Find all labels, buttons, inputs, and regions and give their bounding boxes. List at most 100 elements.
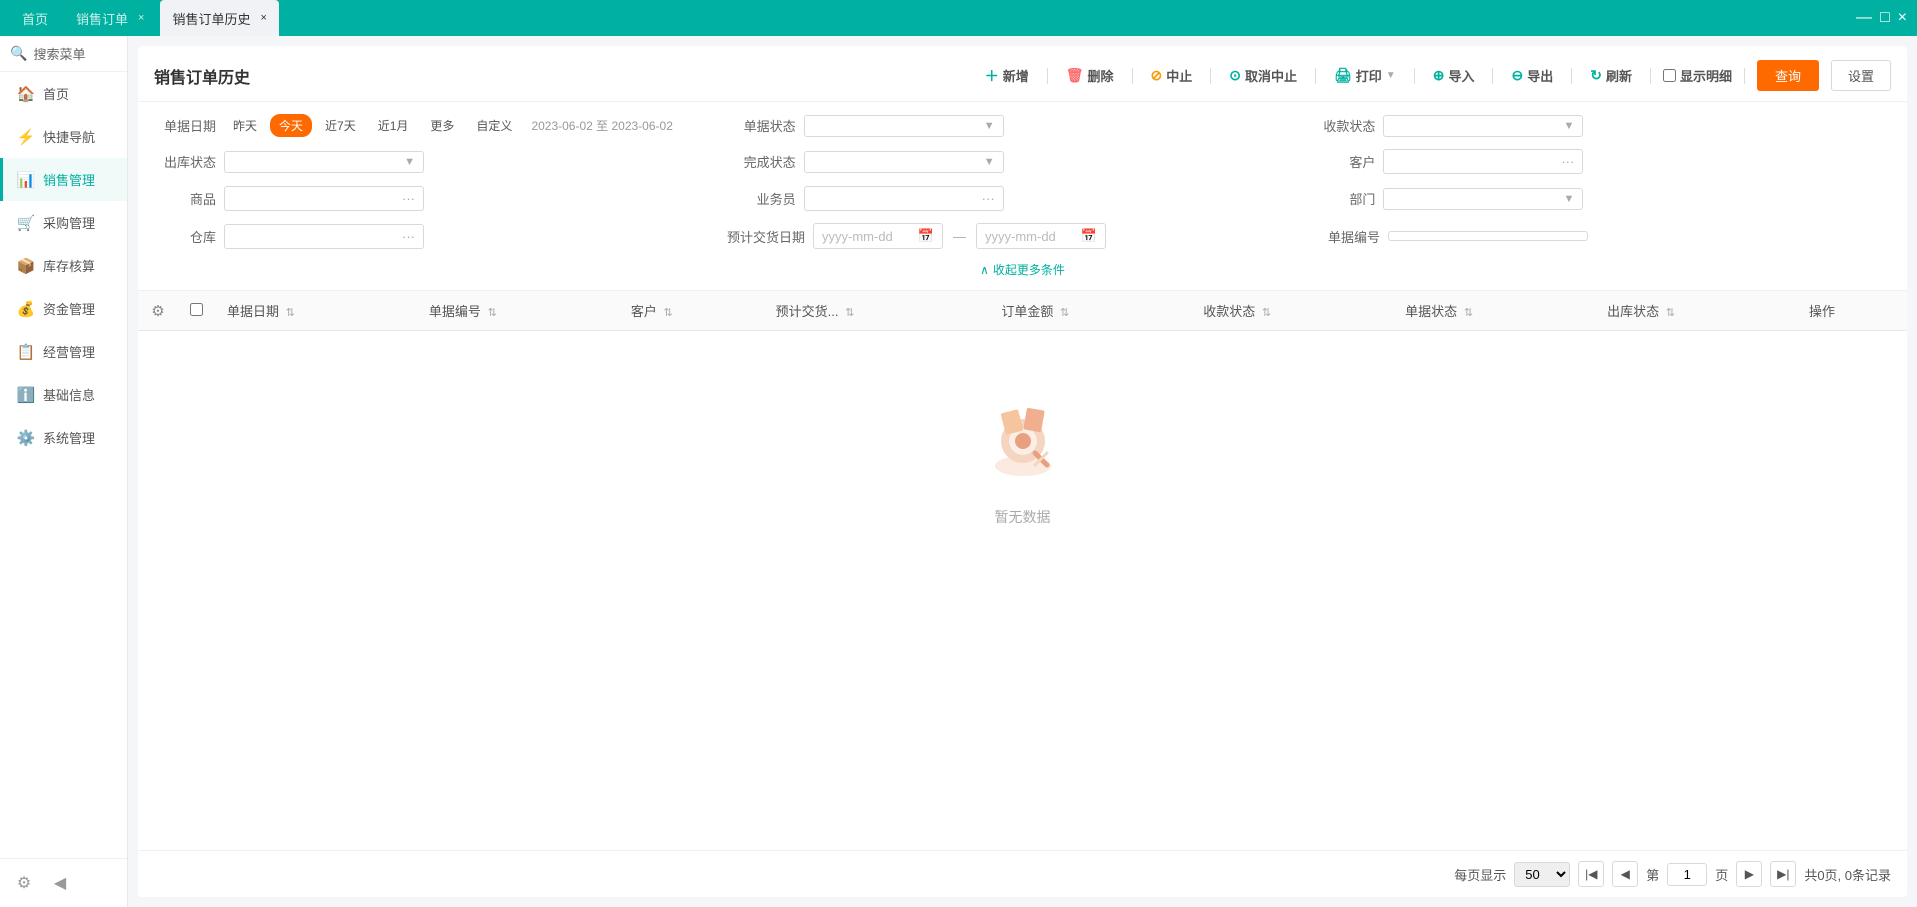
minimize-btn[interactable]: — [1856,9,1872,27]
delivery-status-select[interactable]: ▼ [224,151,424,173]
th-delivery-status[interactable]: 出库状态 ⇅ [1595,291,1797,331]
date-chip-7days[interactable]: 近7天 [316,114,365,137]
sidebar-item-purchase[interactable]: 🛒 采购管理 [0,201,127,244]
bill-number-label: 单据编号 [1316,227,1388,246]
content-card: 销售订单历史 ＋ 新增 🗑 删除 ⊘ 中止 [138,46,1907,897]
date-chip-custom[interactable]: 自定义 [467,114,521,137]
sidebar-item-home[interactable]: 🏠 首页 [0,72,127,115]
header-actions: ＋ 新增 🗑 删除 ⊘ 中止 ⊙ [979,60,1891,91]
search-icon: 🔍 [10,45,27,62]
pagination-footer: 每页显示 50 10 20 100 |◀ ◀ 第 页 ▶ ▶| 共0页, 0条记… [138,850,1907,897]
divider-5 [1414,68,1415,84]
th-date[interactable]: 单据日期 ⇅ [215,291,417,331]
display-detail-checkbox[interactable] [1663,69,1676,82]
cancel-stop-button[interactable]: ⊙ 取消中止 [1223,62,1303,89]
import-icon: ⊕ [1433,67,1445,84]
print-button[interactable]: 🖨 打印 ▼ [1328,62,1402,89]
date-filter-label: 单据日期 [154,116,224,135]
tab-sales-order[interactable]: 销售订单 × [64,0,156,36]
divider-8 [1650,68,1651,84]
sidebar-item-finance[interactable]: 💰 资金管理 [0,287,127,330]
department-select[interactable]: ▼ [1383,188,1583,210]
sidebar-item-purchase-label: 采购管理 [43,213,95,232]
th-receipt-status[interactable]: 收款状态 ⇅ [1191,291,1393,331]
import-button[interactable]: ⊕ 导入 [1427,62,1481,89]
bill-number-input[interactable] [1388,231,1588,241]
sidebar-settings-btn[interactable]: ⚙ [10,869,38,897]
settings-button[interactable]: 设置 [1831,60,1891,91]
stop-button[interactable]: ⊘ 中止 [1145,62,1199,89]
sidebar-item-basic-info[interactable]: ℹ️ 基础信息 [0,373,127,416]
prev-page-btn[interactable]: ◀ [1612,861,1638,887]
sidebar-item-sales-label: 销售管理 [43,170,95,189]
sidebar-item-home-label: 首页 [43,84,69,103]
th-date-sort-icon: ⇅ [286,307,295,319]
th-bill-status[interactable]: 单据状态 ⇅ [1393,291,1595,331]
date-to-input[interactable]: yyyy-mm-dd 📅 [976,223,1106,249]
new-button[interactable]: ＋ 新增 [979,62,1035,90]
filter-area: 单据日期 昨天 今天 近7天 近1月 更多 自定义 2023-06-02 至 2… [138,102,1907,291]
warehouse-label: 仓库 [154,227,224,246]
th-amount[interactable]: 订单金额 ⇅ [989,291,1191,331]
complete-status-select[interactable]: ▼ [804,151,1004,173]
th-expected-delivery[interactable]: 预计交货... ⇅ [764,291,990,331]
th-customer[interactable]: 客户 ⇅ [619,291,764,331]
query-button[interactable]: 查询 [1757,60,1819,91]
th-bill-status-label: 单据状态 [1405,304,1457,319]
product-input[interactable]: ··· [224,186,424,211]
tab-sales-order-history-close[interactable]: × [260,12,266,24]
date-from-input[interactable]: yyyy-mm-dd 📅 [813,223,943,249]
sidebar-item-quick-nav[interactable]: ⚡ 快捷导航 [0,115,127,158]
date-chips: 昨天 今天 近7天 近1月 更多 自定义 [224,114,521,137]
page-size-select[interactable]: 50 10 20 100 [1514,862,1570,887]
warehouse-input[interactable]: ··· [224,224,424,249]
sidebar-search[interactable]: 🔍 搜索菜单 [0,36,127,72]
receipt-status-select[interactable]: ▼ [1383,115,1583,137]
select-all-checkbox[interactable] [190,303,203,316]
refresh-button[interactable]: ↻ 刷新 [1584,62,1638,89]
sidebar-item-system[interactable]: ⚙️ 系统管理 [0,416,127,459]
receipt-status-arrow-icon: ▼ [1563,120,1574,132]
table-settings-icon[interactable]: ⚙ [151,303,164,320]
delete-button[interactable]: 🗑 删除 [1060,62,1120,89]
date-chip-yesterday[interactable]: 昨天 [224,114,266,137]
sidebar-item-sales[interactable]: 📊 销售管理 [0,158,127,201]
divider-4 [1315,68,1316,84]
th-checkbox[interactable] [178,291,215,331]
delivery-status-label: 出库状态 [154,152,224,171]
sidebar-item-operations-label: 经营管理 [43,342,95,361]
customer-input[interactable]: ··· [1383,149,1583,174]
current-page-input[interactable] [1667,863,1707,886]
next-page-btn[interactable]: ▶ [1736,861,1762,887]
tab-sales-order-close[interactable]: × [138,12,144,24]
total-text: 共0页, 0条记录 [1804,865,1891,884]
collapse-more-btn[interactable]: ∧ 收起更多条件 [154,261,1891,278]
sidebar-item-inventory[interactable]: 📦 库存核算 [0,244,127,287]
sidebar-item-operations[interactable]: 📋 经营管理 [0,330,127,373]
cancel-stop-icon: ⊙ [1229,67,1241,84]
date-chip-today[interactable]: 今天 [270,114,312,137]
last-page-btn[interactable]: ▶| [1770,861,1796,887]
filter-row-warehouse: 仓库 ··· 预计交货日期 yyyy-mm-dd 📅 — yyyy-mm-dd [154,223,1891,249]
sidebar-collapse-btn[interactable]: ◀ [46,869,74,897]
bill-status-select[interactable]: ▼ [804,115,1004,137]
display-detail-toggle[interactable]: 显示明细 [1663,66,1732,85]
salesperson-input[interactable]: ··· [804,186,1004,211]
system-icon: ⚙️ [17,429,35,447]
close-btn[interactable]: × [1898,9,1907,27]
date-chip-more[interactable]: 更多 [421,114,463,137]
delivery-status-filter: ▼ [224,151,732,173]
th-settings[interactable]: ⚙ [138,291,178,331]
th-number[interactable]: 单据编号 ⇅ [417,291,619,331]
salesperson-label: 业务员 [732,189,804,208]
export-button[interactable]: ⊖ 导出 [1505,62,1559,89]
tab-home[interactable]: 首页 [10,0,60,36]
customer-label: 客户 [1311,152,1383,171]
th-number-label: 单据编号 [429,304,481,319]
date-filter-value: 昨天 今天 近7天 近1月 更多 自定义 2023-06-02 至 2023-0… [224,114,732,137]
tab-sales-order-history[interactable]: 销售订单历史 × [160,0,278,36]
date-chip-1month[interactable]: 近1月 [369,114,418,137]
restore-btn[interactable]: □ [1880,9,1890,27]
first-page-btn[interactable]: |◀ [1578,861,1604,887]
print-icon: 🖨 [1334,67,1352,84]
